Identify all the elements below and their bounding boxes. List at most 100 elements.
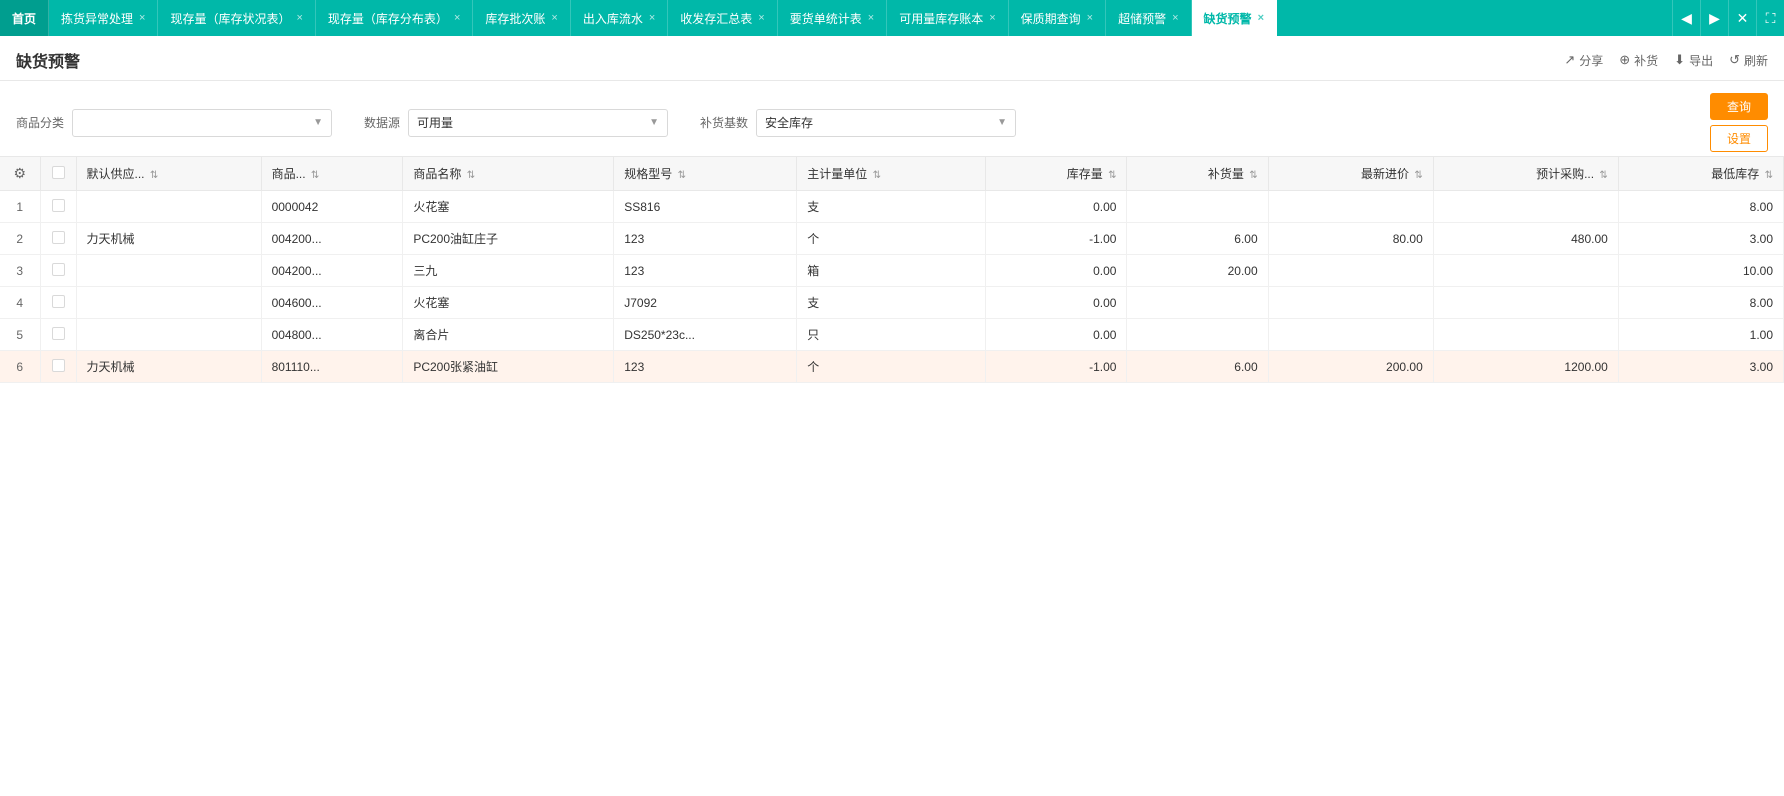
nav-tab-overstock[interactable]: 超储预警 ×: [1106, 0, 1191, 36]
row-price: 80.00: [1268, 223, 1433, 255]
select-all-checkbox[interactable]: [52, 166, 65, 179]
table-row[interactable]: 6 力天机械 801110... PC200张紧油缸 123 个 -1.00 6…: [0, 351, 1784, 383]
nav-tab-flow-label: 出入库流水: [583, 10, 643, 27]
col-min-stock-sort-icon[interactable]: ⇅: [1765, 170, 1773, 181]
table-row[interactable]: 3 004200... 三九 123 箱 0.00 20.00 10.00: [0, 255, 1784, 287]
col-price-sort-icon[interactable]: ⇅: [1414, 170, 1422, 181]
row-index: 5: [0, 319, 40, 351]
row-checkbox-cell: [40, 191, 76, 223]
row-checkbox[interactable]: [52, 359, 65, 372]
replenish-button[interactable]: ⊕ 补货: [1619, 52, 1658, 69]
nav-tab-summary-label: 收发存汇总表: [680, 10, 752, 27]
row-index: 2: [0, 223, 40, 255]
settings-button[interactable]: 设置: [1710, 125, 1768, 152]
col-unit-label: 主计量单位: [807, 167, 867, 181]
nav-tab-stock1[interactable]: 现存量（库存状况表） ×: [158, 0, 315, 36]
nav-tab-available-close[interactable]: ×: [989, 12, 995, 24]
row-checkbox-cell: [40, 255, 76, 287]
category-select[interactable]: ▼: [72, 109, 332, 137]
row-spec: J7092: [614, 287, 797, 319]
nav-tab-stock2-close[interactable]: ×: [454, 12, 460, 24]
table-row[interactable]: 4 004600... 火花塞 J7092 支 0.00 8.00: [0, 287, 1784, 319]
query-button[interactable]: 查询: [1710, 93, 1768, 120]
col-product-name-sort-icon[interactable]: ⇅: [467, 170, 475, 181]
col-product-code-sort-icon[interactable]: ⇅: [311, 170, 319, 181]
nav-tab-overstock-close[interactable]: ×: [1172, 12, 1178, 24]
nav-tab-stock2[interactable]: 现存量（库存分布表） ×: [316, 0, 473, 36]
nav-tab-order-close[interactable]: ×: [868, 12, 874, 24]
col-estimate-sort-icon[interactable]: ⇅: [1599, 170, 1607, 181]
col-replenish-header: 补货量 ⇅: [1127, 157, 1268, 191]
row-min-stock: 8.00: [1618, 287, 1783, 319]
nav-tab-expiry[interactable]: 保质期查询 ×: [1009, 0, 1106, 36]
nav-tab-expiry-close[interactable]: ×: [1087, 12, 1093, 24]
datasource-dropdown-icon: ▼: [649, 117, 659, 128]
nav-tab-shortage[interactable]: 缺货预警 ×: [1192, 0, 1277, 36]
nav-tab-order[interactable]: 要货单统计表 ×: [778, 0, 887, 36]
row-product-name: PC200张紧油缸: [403, 351, 614, 383]
refresh-button[interactable]: ↺ 刷新: [1729, 52, 1768, 69]
nav-tab-picking[interactable]: 拣货异常处理 ×: [49, 0, 158, 36]
row-supplier: [76, 287, 261, 319]
col-unit-header: 主计量单位 ⇅: [797, 157, 986, 191]
nav-tab-stock1-close[interactable]: ×: [296, 12, 302, 24]
replenish-value: 安全库存: [765, 114, 813, 131]
table-row[interactable]: 5 004800... 离合片 DS250*23c... 只 0.00 1.00: [0, 319, 1784, 351]
col-checkbox-header: [40, 157, 76, 191]
row-checkbox[interactable]: [52, 231, 65, 244]
nav-next-arrow[interactable]: ▶: [1700, 0, 1728, 36]
nav-tab-summary-close[interactable]: ×: [758, 12, 764, 24]
col-min-stock-header: 最低库存 ⇅: [1618, 157, 1783, 191]
col-product-code-label: 商品...: [272, 167, 306, 181]
main-content: 缺货预警 ↗ 分享 ⊕ 补货 ⬇ 导出 ↺ 刷新 商品分类: [0, 36, 1784, 796]
nav-tab-order-label: 要货单统计表: [790, 10, 862, 27]
nav-tab-picking-close[interactable]: ×: [139, 12, 145, 24]
refresh-label: 刷新: [1744, 52, 1768, 69]
datasource-select[interactable]: 可用量 ▼: [408, 109, 668, 137]
row-stock: 0.00: [986, 287, 1127, 319]
row-supplier: [76, 191, 261, 223]
col-supplier-sort-icon[interactable]: ⇅: [150, 170, 158, 181]
row-checkbox[interactable]: [52, 327, 65, 340]
row-product-name: 火花塞: [403, 191, 614, 223]
col-supplier-header: 默认供应... ⇅: [76, 157, 261, 191]
export-icon: ⬇: [1674, 52, 1685, 68]
nav-tab-shortage-close[interactable]: ×: [1258, 12, 1264, 24]
nav-arrows: ◀ ▶ ✕ ⛶: [1672, 0, 1784, 36]
share-button[interactable]: ↗ 分享: [1564, 52, 1603, 69]
col-stock-sort-icon[interactable]: ⇅: [1108, 170, 1116, 181]
row-checkbox[interactable]: [52, 295, 65, 308]
share-label: 分享: [1579, 52, 1603, 69]
col-stock-label: 库存量: [1067, 167, 1103, 181]
nav-prev-arrow[interactable]: ◀: [1672, 0, 1700, 36]
replenish-select[interactable]: 安全库存 ▼: [756, 109, 1016, 137]
row-checkbox[interactable]: [52, 263, 65, 276]
category-filter-group: 商品分类 ▼: [16, 109, 332, 137]
row-estimate: 1200.00: [1433, 351, 1618, 383]
replenish-label: 补货: [1634, 52, 1658, 69]
replenish-label: 补货基数: [700, 114, 748, 131]
header-actions: ↗ 分享 ⊕ 补货 ⬇ 导出 ↺ 刷新: [1564, 52, 1768, 69]
nav-tab-flow[interactable]: 出入库流水 ×: [571, 0, 668, 36]
row-unit: 个: [797, 223, 986, 255]
nav-tab-flow-close[interactable]: ×: [649, 12, 655, 24]
nav-tab-summary[interactable]: 收发存汇总表 ×: [668, 0, 777, 36]
table-row[interactable]: 1 0000042 火花塞 SS816 支 0.00 8.00: [0, 191, 1784, 223]
row-estimate: [1433, 319, 1618, 351]
table-settings-icon[interactable]: ⚙: [13, 165, 26, 181]
row-spec: 123: [614, 255, 797, 287]
nav-close-arrow[interactable]: ✕: [1728, 0, 1756, 36]
row-unit: 箱: [797, 255, 986, 287]
col-replenish-sort-icon[interactable]: ⇅: [1249, 170, 1257, 181]
nav-tab-available[interactable]: 可用量库存账本 ×: [887, 0, 1008, 36]
table-row[interactable]: 2 力天机械 004200... PC200油缸庄子 123 个 -1.00 6…: [0, 223, 1784, 255]
row-product-name: PC200油缸庄子: [403, 223, 614, 255]
nav-tab-batch[interactable]: 库存批次账 ×: [473, 0, 570, 36]
col-unit-sort-icon[interactable]: ⇅: [873, 170, 881, 181]
nav-tab-batch-close[interactable]: ×: [551, 12, 557, 24]
col-spec-sort-icon[interactable]: ⇅: [678, 170, 686, 181]
row-checkbox[interactable]: [52, 199, 65, 212]
export-button[interactable]: ⬇ 导出: [1674, 52, 1713, 69]
nav-expand-arrow[interactable]: ⛶: [1756, 0, 1784, 36]
nav-tab-home[interactable]: 首页: [0, 0, 49, 36]
